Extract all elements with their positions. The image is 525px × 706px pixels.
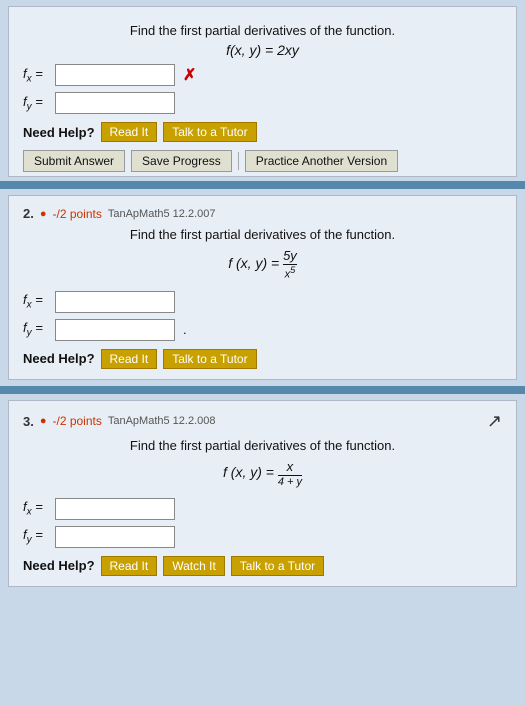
p2-talk-to-tutor-button[interactable]: Talk to a Tutor [163, 349, 256, 369]
problem-2-card: 2. ● -/2 points TanApMath5 12.2.007 Find… [8, 195, 517, 380]
p3-numerator: x [278, 459, 302, 476]
p2-points: -/2 points [53, 207, 102, 221]
p2-need-help-label: Need Help? [23, 351, 95, 366]
p2-header: 2. ● -/2 points TanApMath5 12.2.007 [23, 206, 502, 221]
p3-points: -/2 points [53, 414, 102, 428]
p3-denominator: 4 + y [278, 476, 302, 488]
p1-need-help-row: Need Help? Read It Talk to a Tutor [23, 122, 502, 142]
p2-fy-row: fy = . [23, 319, 502, 341]
p1-submit-button[interactable]: Submit Answer [23, 150, 125, 172]
p3-fx-label: fx = [23, 499, 51, 518]
p3-function: f (x, y) = x 4 + y [23, 459, 502, 488]
p1-instruction: Find the first partial derivatives of th… [23, 15, 502, 42]
p2-function: f (x, y) = 5y x5 [23, 248, 502, 281]
p1-fx-label: fx = [23, 66, 51, 85]
p1-read-it-button[interactable]: Read It [101, 122, 158, 142]
p3-plus-icon: ● [40, 415, 47, 427]
problem-3-card: 3. ● -/2 points TanApMath5 12.2.008 ↗ Fi… [8, 400, 517, 587]
p2-fy-input[interactable] [55, 319, 175, 341]
p2-need-help-row: Need Help? Read It Talk to a Tutor [23, 349, 502, 369]
p3-cursor-icon: ↗ [487, 411, 502, 432]
p2-denominator: x5 [283, 265, 297, 281]
p3-watch-it-button[interactable]: Watch It [163, 556, 225, 576]
p1-fy-input[interactable] [55, 92, 175, 114]
p3-need-help-label: Need Help? [23, 558, 95, 573]
p3-fy-label: fy = [23, 527, 51, 546]
p1-practice-button[interactable]: Practice Another Version [245, 150, 398, 172]
problem-1-card: Find the first partial derivatives of th… [8, 6, 517, 177]
p3-course: TanApMath5 12.2.008 [108, 415, 216, 427]
p3-talk-to-tutor-button[interactable]: Talk to a Tutor [231, 556, 324, 576]
p3-header: 3. ● -/2 points TanApMath5 12.2.008 ↗ [23, 411, 502, 432]
p1-fx-input[interactable] [55, 64, 175, 86]
p1-function: f(x, y) = 2xy [23, 42, 502, 64]
p3-read-it-button[interactable]: Read It [101, 556, 158, 576]
p1-talk-to-tutor-button[interactable]: Talk to a Tutor [163, 122, 256, 142]
p2-fy-label: fy = [23, 320, 51, 339]
page-wrapper: Find the first partial derivatives of th… [0, 6, 525, 587]
p3-fraction: x 4 + y [278, 459, 302, 488]
p2-fx-row: fx = [23, 291, 502, 313]
p2-period: . [183, 322, 187, 337]
p3-need-help-row: Need Help? Read It Watch It Talk to a Tu… [23, 556, 502, 576]
p2-course: TanApMath5 12.2.007 [108, 208, 216, 220]
p2-fx-label: fx = [23, 292, 51, 311]
p3-instruction: Find the first partial derivatives of th… [23, 438, 502, 453]
p1-save-button[interactable]: Save Progress [131, 150, 232, 172]
divider-1 [0, 181, 525, 189]
p2-fx-input[interactable] [55, 291, 175, 313]
p2-numerator: 5y [283, 248, 297, 265]
p1-fy-label: fy = [23, 94, 51, 113]
p2-instruction: Find the first partial derivatives of th… [23, 227, 502, 242]
p3-number: 3. [23, 414, 34, 429]
p3-fx-row: fx = [23, 498, 502, 520]
p3-fy-row: fy = [23, 526, 502, 548]
p2-read-it-button[interactable]: Read It [101, 349, 158, 369]
p2-fraction: 5y x5 [283, 248, 297, 281]
p2-plus-icon: ● [40, 208, 47, 220]
p1-wrong-icon: ✗ [183, 65, 196, 85]
p1-separator [238, 152, 239, 170]
p3-fy-input[interactable] [55, 526, 175, 548]
p1-need-help-label: Need Help? [23, 125, 95, 140]
p1-fx-row: fx = ✗ [23, 64, 502, 86]
p1-fy-row: fy = [23, 92, 502, 114]
p1-action-row: Submit Answer Save Progress Practice Ano… [23, 150, 502, 172]
p2-number: 2. [23, 206, 34, 221]
divider-2 [0, 386, 525, 394]
p3-fx-input[interactable] [55, 498, 175, 520]
